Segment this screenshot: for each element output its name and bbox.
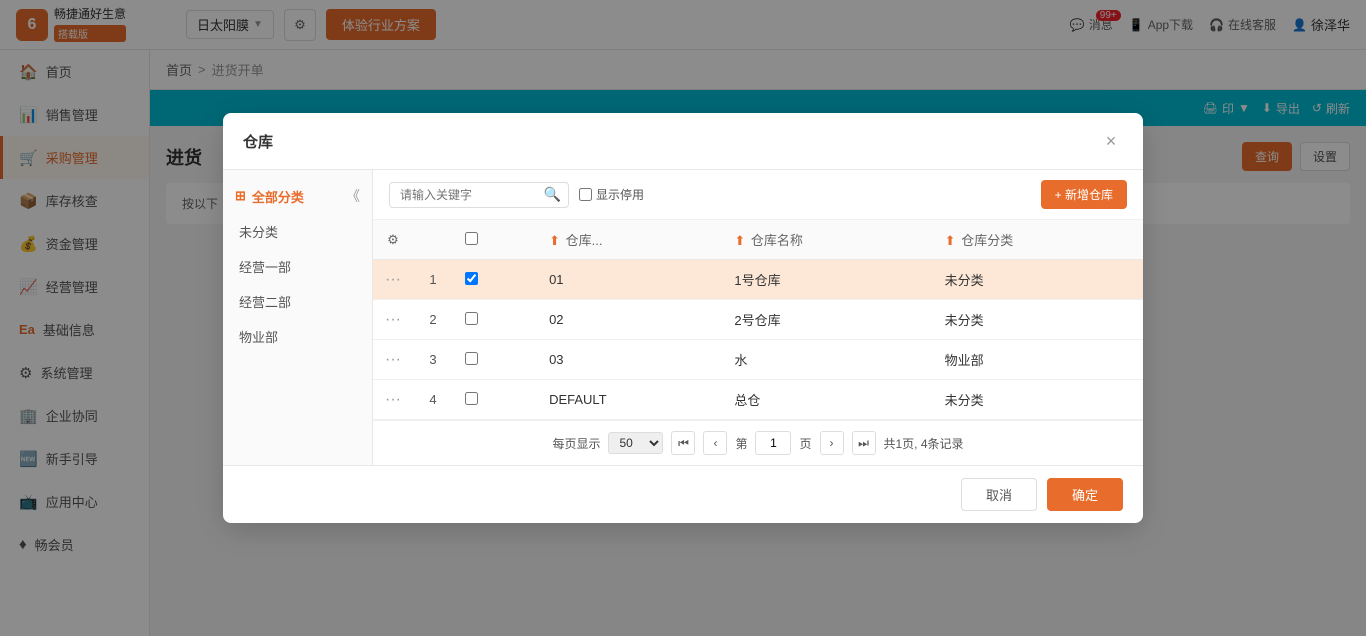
add-warehouse-button[interactable]: + 新增仓库	[1041, 180, 1127, 209]
row-code: 02	[537, 300, 722, 340]
row-settings-cell: ···	[373, 260, 413, 300]
row-num: 1	[413, 260, 453, 300]
table-row[interactable]: ··· 3 03 水 物业部	[373, 340, 1143, 380]
row-checkbox[interactable]	[465, 272, 478, 285]
row-checkbox[interactable]	[465, 312, 478, 325]
modal-body: ⊞ 全部分类 《 未分类 经营一部 经营二部 物业部	[223, 170, 1143, 465]
search-input-wrap: 🔍	[389, 182, 569, 208]
sort-icon: ⬆	[549, 233, 560, 248]
modal-overlay: 仓库 × ⊞ 全部分类 《 未分类 经营一部	[0, 0, 1366, 636]
row-more-btn[interactable]: ···	[385, 311, 401, 329]
row-category: 未分类	[933, 380, 1143, 420]
sidebar-category-dept1[interactable]: 经营一部	[223, 249, 372, 284]
row-num: 3	[413, 340, 453, 380]
page-input[interactable]	[755, 431, 791, 455]
th-num	[413, 220, 453, 260]
th-settings: ⚙	[373, 220, 413, 260]
search-icon[interactable]: 🔍	[544, 186, 561, 203]
th-code[interactable]: ⬆ 仓库...	[537, 220, 722, 260]
th-category[interactable]: ⬆ 仓库分类	[933, 220, 1143, 260]
first-page-btn[interactable]: ⏮	[671, 431, 695, 455]
row-num: 4	[413, 380, 453, 420]
row-checkbox[interactable]	[465, 352, 478, 365]
th-name[interactable]: ⬆ 仓库名称	[722, 220, 932, 260]
modal-search-bar: 🔍 显示停用	[389, 182, 644, 208]
last-page-btn[interactable]: ⏭	[852, 431, 876, 455]
row-category: 未分类	[933, 260, 1143, 300]
table-header: ⚙ ⬆ 仓库... ⬆ 仓库名称	[373, 220, 1143, 260]
modal-header: 仓库 ×	[223, 113, 1143, 170]
row-checkbox-cell	[453, 300, 537, 340]
modal-footer: 取消 确定	[223, 465, 1143, 523]
table-row[interactable]: ··· 1 01 1号仓库 未分类	[373, 260, 1143, 300]
prev-page-btn[interactable]: ‹	[703, 431, 727, 455]
row-category: 物业部	[933, 340, 1143, 380]
modal-pagination: 每页显示 50 100 200 ⏮ ‹ 第 页 › ⏭ 共1页, 4条记录	[373, 420, 1143, 465]
warehouse-table: ⚙ ⬆ 仓库... ⬆ 仓库名称	[373, 220, 1143, 420]
modal-title: 仓库	[243, 131, 273, 152]
modal-sidebar-all-label[interactable]: ⊞ 全部分类	[235, 187, 304, 206]
modal-close-button[interactable]: ×	[1099, 129, 1123, 153]
row-more-btn[interactable]: ···	[385, 271, 401, 289]
modal-sidebar: ⊞ 全部分类 《 未分类 经营一部 经营二部 物业部	[223, 170, 373, 465]
confirm-button[interactable]: 确定	[1047, 478, 1123, 511]
row-checkbox[interactable]	[465, 392, 478, 405]
page-label: 第	[735, 435, 747, 452]
row-name: 1号仓库	[722, 260, 932, 300]
table-body: ··· 1 01 1号仓库 未分类 ··· 2 02 2号仓库 未分类 ··· …	[373, 260, 1143, 420]
per-page-label: 每页显示	[552, 435, 600, 452]
row-category: 未分类	[933, 300, 1143, 340]
row-more-btn[interactable]: ···	[385, 391, 401, 409]
sidebar-category-dept2[interactable]: 经营二部	[223, 284, 372, 319]
modal-table-wrap: ⚙ ⬆ 仓库... ⬆ 仓库名称	[373, 220, 1143, 420]
modal-content-area: 🔍 显示停用 + 新增仓库 ⚙	[373, 170, 1143, 465]
row-name: 2号仓库	[722, 300, 932, 340]
warehouse-modal: 仓库 × ⊞ 全部分类 《 未分类 经营一部	[223, 113, 1143, 523]
th-checkbox	[453, 220, 537, 260]
search-input[interactable]	[389, 182, 569, 208]
row-code: 01	[537, 260, 722, 300]
total-records: 共1页, 4条记录	[884, 435, 964, 452]
sidebar-category-unclassified[interactable]: 未分类	[223, 214, 372, 249]
table-row[interactable]: ··· 2 02 2号仓库 未分类	[373, 300, 1143, 340]
modal-toolbar: 🔍 显示停用 + 新增仓库	[373, 170, 1143, 220]
grid-icon: ⊞	[235, 188, 246, 204]
show-disabled-checkbox[interactable]: 显示停用	[579, 186, 644, 203]
row-settings-cell: ···	[373, 300, 413, 340]
sort-icon: ⬆	[734, 233, 745, 248]
per-page-select[interactable]: 50 100 200	[608, 432, 663, 454]
row-more-btn[interactable]: ···	[385, 351, 401, 369]
modal-sidebar-header: ⊞ 全部分类 《	[223, 178, 372, 214]
next-page-btn[interactable]: ›	[820, 431, 844, 455]
row-settings-cell: ···	[373, 380, 413, 420]
sidebar-collapse-btn[interactable]: 《	[346, 186, 360, 206]
row-num: 2	[413, 300, 453, 340]
cancel-button[interactable]: 取消	[961, 478, 1037, 511]
row-code: 03	[537, 340, 722, 380]
page-suffix: 页	[799, 435, 811, 452]
row-code: DEFAULT	[537, 380, 722, 420]
row-settings-cell: ···	[373, 340, 413, 380]
table-row[interactable]: ··· 4 DEFAULT 总仓 未分类	[373, 380, 1143, 420]
row-checkbox-cell	[453, 380, 537, 420]
row-name: 水	[722, 340, 932, 380]
row-name: 总仓	[722, 380, 932, 420]
row-checkbox-cell	[453, 340, 537, 380]
show-disabled-check[interactable]	[579, 188, 592, 201]
select-all-checkbox[interactable]	[465, 232, 478, 245]
sidebar-category-property[interactable]: 物业部	[223, 319, 372, 354]
row-checkbox-cell	[453, 260, 537, 300]
sort-icon: ⬆	[945, 233, 956, 248]
